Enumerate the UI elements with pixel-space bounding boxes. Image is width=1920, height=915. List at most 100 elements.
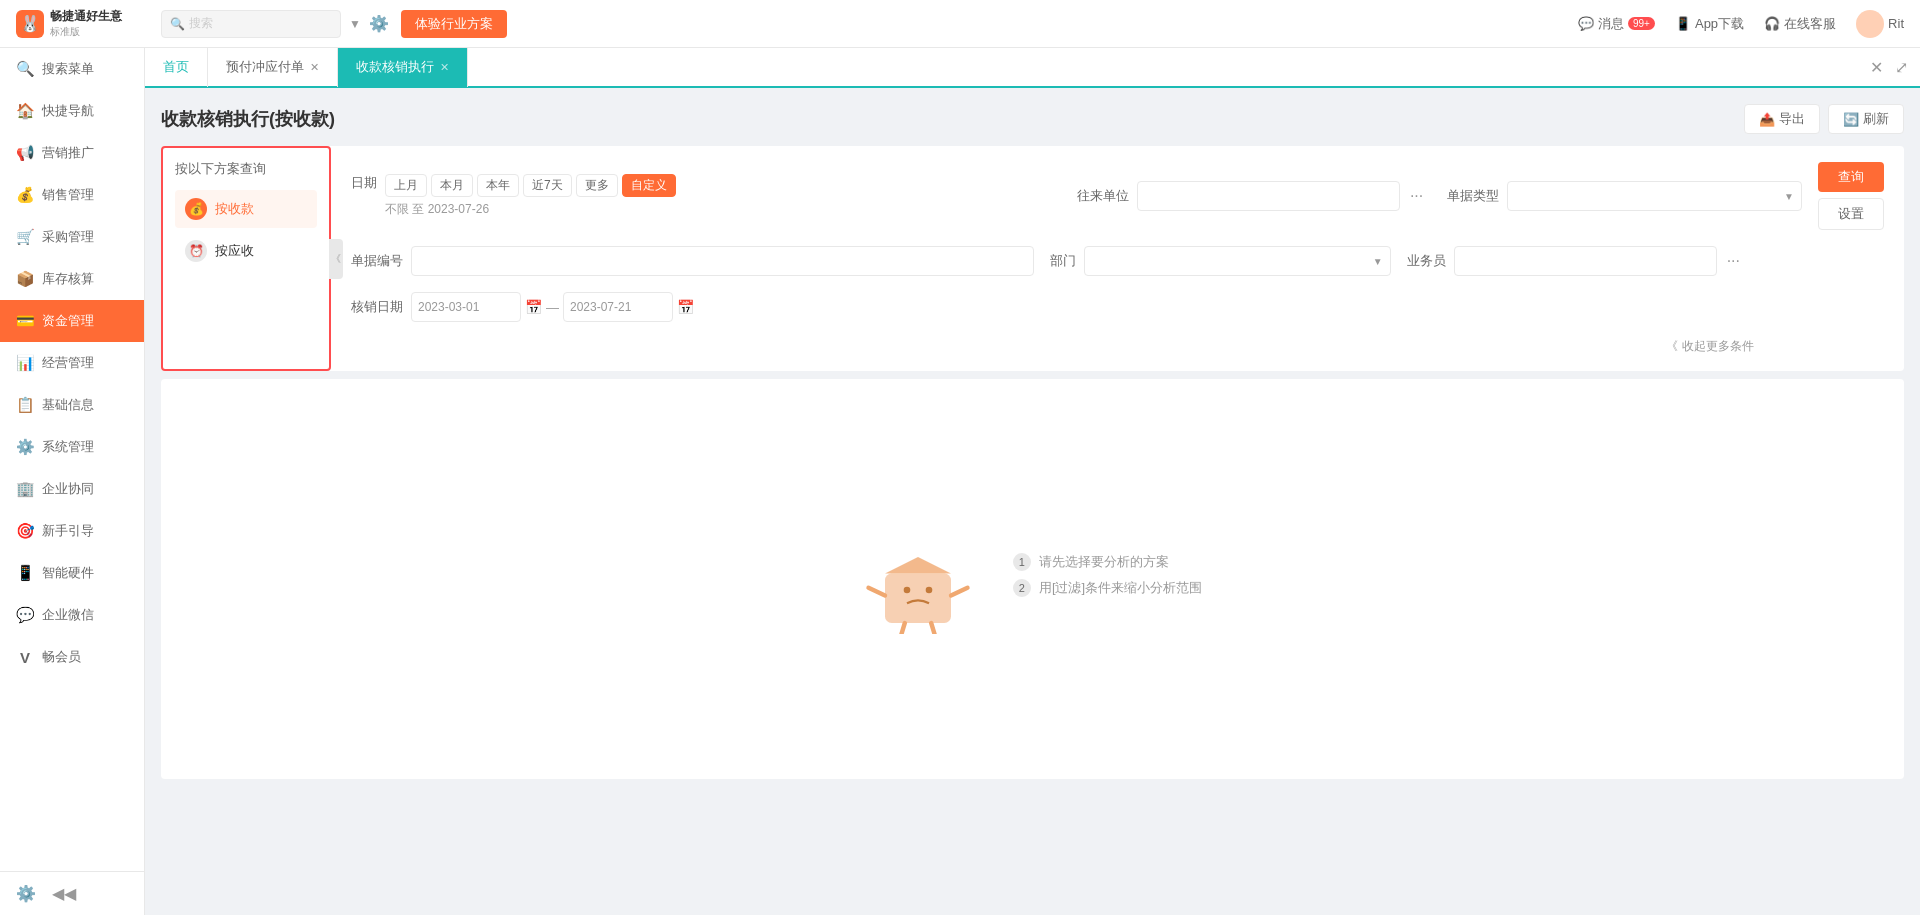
counterpart-filter: 往来单位 ··· <box>1077 181 1432 211</box>
collapse-more-button[interactable]: 《 收起更多条件 <box>1666 338 1754 355</box>
filter-row-2: 单据编号 部门 ▼ 业务员 <box>351 246 1884 276</box>
sidebar-item-label: 快捷导航 <box>42 102 94 120</box>
page-header: 收款核销执行(按收款) 📤 导出 🔄 刷新 <box>161 104 1904 134</box>
date-quick-buttons: 上月 本月 本年 近7天 更多 自定义 <box>385 174 676 197</box>
page-title: 收款核销执行(按收款) <box>161 107 335 131</box>
filter-option-by-receivable[interactable]: ⏰ 按应收 <box>175 232 317 270</box>
online-service-icon: 🎧 <box>1764 16 1780 31</box>
app-logo: 🐰 畅捷通好生意 标准版 <box>16 8 161 39</box>
filter-collapse-button[interactable]: 《 <box>329 239 343 279</box>
collapse-chevron-icon: 《 <box>331 252 341 266</box>
sidebar-item-hardware[interactable]: 📱 智能硬件 <box>0 552 144 594</box>
verify-date-start-input[interactable] <box>411 292 521 322</box>
by-collection-icon: 💰 <box>185 198 207 220</box>
collection-verify-tab-label: 收款核销执行 <box>356 58 434 76</box>
date-label: 日期 <box>351 174 377 192</box>
sidebar-item-enterprise[interactable]: 🏢 企业协同 <box>0 468 144 510</box>
date-btn-this-year[interactable]: 本年 <box>477 174 519 197</box>
verify-date-separator: — <box>546 300 559 315</box>
verify-date-inputs: 📅 — 📅 <box>411 292 694 322</box>
refresh-icon: 🔄 <box>1843 112 1859 127</box>
sidebar-item-operations[interactable]: 📊 经营管理 <box>0 342 144 384</box>
online-service-button[interactable]: 🎧 在线客服 <box>1764 15 1836 33</box>
search-icon: 🔍 <box>170 17 185 31</box>
sidebar-settings-icon[interactable]: ⚙️ <box>16 884 36 903</box>
filter-option-by-collection[interactable]: 💰 按收款 <box>175 190 317 228</box>
sidebar-item-basic-info[interactable]: 📋 基础信息 <box>0 384 144 426</box>
staff-label: 业务员 <box>1407 252 1446 270</box>
svg-line-6 <box>901 623 904 634</box>
svg-marker-1 <box>885 557 951 574</box>
date-btn-this-month[interactable]: 本月 <box>431 174 473 197</box>
sidebar-item-purchase[interactable]: 🛒 采购管理 <box>0 216 144 258</box>
sidebar-item-label: 销售管理 <box>42 186 94 204</box>
sidebar-item-label: 资金管理 <box>42 312 94 330</box>
sidebar-item-search-menu[interactable]: 🔍 搜索菜单 <box>0 48 144 90</box>
wechat-icon: 💬 <box>16 606 34 624</box>
counterpart-input[interactable] <box>1137 181 1400 211</box>
sidebar-item-quick-nav[interactable]: 🏠 快捷导航 <box>0 90 144 132</box>
search-dropdown-icon[interactable]: ▼ <box>349 17 361 31</box>
sidebar-item-vip[interactable]: V 畅会员 <box>0 636 144 678</box>
app-download-button[interactable]: 📱 App下载 <box>1675 15 1744 33</box>
doc-type-filter: 单据类型 ▼ <box>1447 181 1802 211</box>
tab-home[interactable]: 首页 <box>145 47 208 87</box>
date-filter-group: 日期 上月 本月 本年 近7天 更多 自定义 不限 至 2023-07-26 <box>351 174 1061 218</box>
settings-gear-icon[interactable]: ⚙️ <box>369 14 389 33</box>
sidebar-bottom: ⚙️ ◀◀ <box>0 871 144 915</box>
staff-filter: 业务员 ··· <box>1407 246 1748 276</box>
message-button[interactable]: 💬 消息 99+ <box>1578 15 1655 33</box>
tip-num-1: 1 <box>1013 553 1031 571</box>
app-download-icon: 📱 <box>1675 16 1691 31</box>
dept-select[interactable] <box>1084 246 1391 276</box>
by-receivable-label: 按应收 <box>215 242 254 260</box>
sidebar-item-finance[interactable]: 💳 资金管理 <box>0 300 144 342</box>
prepay-tab-close-icon[interactable]: ✕ <box>310 61 319 74</box>
sidebar-item-sales[interactable]: 💰 销售管理 <box>0 174 144 216</box>
solution-button[interactable]: 体验行业方案 <box>401 10 507 38</box>
quick-nav-icon: 🏠 <box>16 102 34 120</box>
verify-date-end-input[interactable] <box>563 292 673 322</box>
export-button[interactable]: 📤 导出 <box>1744 104 1820 134</box>
verify-date-start-icon[interactable]: 📅 <box>525 299 542 315</box>
date-btn-last-month[interactable]: 上月 <box>385 174 427 197</box>
sidebar-item-label: 采购管理 <box>42 228 94 246</box>
empty-tip-2: 2 用[过滤]条件来缩小分析范围 <box>1013 579 1202 597</box>
filter-panel-title: 按以下方案查询 <box>175 160 317 178</box>
logo-icon: 🐰 <box>16 10 44 38</box>
settings-button[interactable]: 设置 <box>1818 198 1884 230</box>
sidebar-item-wechat[interactable]: 💬 企业微信 <box>0 594 144 636</box>
tab-close-all-icon[interactable]: ✕ <box>1866 54 1887 81</box>
svg-line-4 <box>868 588 885 596</box>
svg-line-5 <box>951 588 968 596</box>
collection-verify-tab-close-icon[interactable]: ✕ <box>440 61 449 74</box>
counterpart-dots-button[interactable]: ··· <box>1402 185 1431 207</box>
query-button[interactable]: 查询 <box>1818 162 1884 192</box>
sidebar-item-guide[interactable]: 🎯 新手引导 <box>0 510 144 552</box>
by-receivable-icon: ⏰ <box>185 240 207 262</box>
staff-dots-button[interactable]: ··· <box>1719 250 1748 272</box>
date-btn-custom[interactable]: 自定义 <box>622 174 676 197</box>
svg-point-3 <box>926 587 933 594</box>
tab-collection-verify[interactable]: 收款核销执行 ✕ <box>338 47 468 87</box>
home-tab-label: 首页 <box>163 58 189 76</box>
date-btn-7days[interactable]: 近7天 <box>523 174 572 197</box>
refresh-button[interactable]: 🔄 刷新 <box>1828 104 1904 134</box>
verify-date-end-icon[interactable]: 📅 <box>677 299 694 315</box>
user-avatar[interactable]: Rit <box>1856 10 1904 38</box>
verify-date-label: 核销日期 <box>351 298 403 316</box>
topbar-search[interactable]: 🔍 搜索 <box>161 10 341 38</box>
staff-input[interactable] <box>1454 246 1717 276</box>
tab-prepay[interactable]: 预付冲应付单 ✕ <box>208 47 338 87</box>
doc-type-select[interactable] <box>1507 181 1802 211</box>
sidebar-item-marketing[interactable]: 📢 营销推广 <box>0 132 144 174</box>
date-btn-more[interactable]: 更多 <box>576 174 618 197</box>
doc-type-label: 单据类型 <box>1447 187 1499 205</box>
doc-no-input[interactable] <box>411 246 1034 276</box>
sidebar-item-inventory[interactable]: 📦 库存核算 <box>0 258 144 300</box>
sidebar-collapse-icon[interactable]: ◀◀ <box>52 884 76 903</box>
counterpart-input-wrap: ··· <box>1137 181 1432 211</box>
sidebar-item-system[interactable]: ⚙️ 系统管理 <box>0 426 144 468</box>
tab-expand-icon[interactable]: ⤢ <box>1891 54 1912 81</box>
vip-icon: V <box>16 649 34 666</box>
